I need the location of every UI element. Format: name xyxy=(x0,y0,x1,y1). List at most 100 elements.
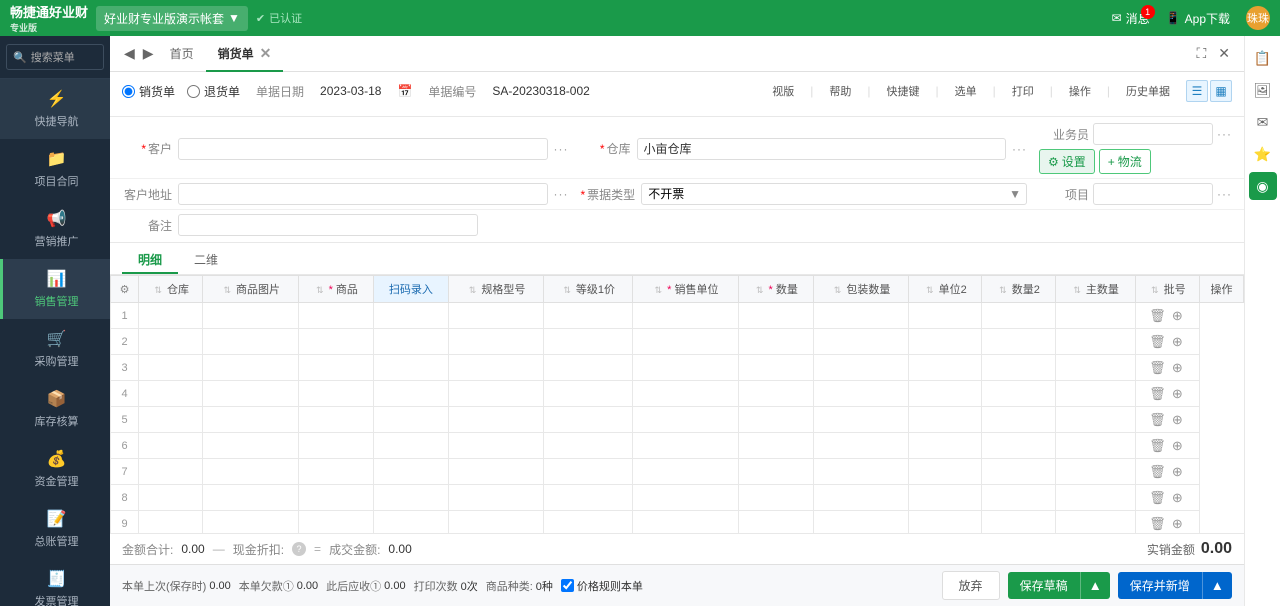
delete-row-icon[interactable]: 🗑 xyxy=(1149,412,1165,428)
address-select-button[interactable]: ··· xyxy=(554,187,569,201)
footer-realamount: 实销金额 0.00 xyxy=(1147,540,1232,558)
save-new-button[interactable]: 保存并新增 xyxy=(1118,572,1202,599)
warehouse-select-button[interactable]: ··· xyxy=(1012,142,1027,156)
tab-2d[interactable]: 二维 xyxy=(178,247,234,274)
delete-row-icon[interactable]: 🗑 xyxy=(1149,308,1165,324)
copy-row-icon[interactable]: ⊕ xyxy=(1169,386,1185,402)
save-new-arrow[interactable]: ▲ xyxy=(1202,572,1232,599)
tab-next-button[interactable]: ▶ xyxy=(139,45,158,62)
settings-icon[interactable]: ⚙ xyxy=(120,284,130,296)
delete-row-icon[interactable]: 🗑 xyxy=(1149,490,1165,506)
tab-sales-order[interactable]: 销货单 ✕ xyxy=(206,36,284,72)
right-panel-btn-1[interactable]: 📋 xyxy=(1249,44,1277,72)
right-panel: 📋 🖼 ✉ ⭐ ◉ xyxy=(1244,36,1280,606)
help-button[interactable]: 帮助 xyxy=(821,81,859,101)
invoice-select[interactable]: 不开票 xyxy=(641,183,1027,205)
right-panel-btn-4[interactable]: ⭐ xyxy=(1249,140,1277,168)
warehouse-input[interactable] xyxy=(637,138,1007,160)
right-buttons: 业务员 ··· ⚙ 设置 + 物流 xyxy=(1039,123,1232,174)
col-scan-entry: 扫码录入 xyxy=(373,276,448,303)
top-bar: 畅捷通好业财 专业版 好业财专业版演示帐套 ▼ ✔ 已认证 ✉ 消息 1 📱 A… xyxy=(0,0,1280,36)
copy-row-icon[interactable]: ⊕ xyxy=(1169,308,1185,324)
shortcut-button[interactable]: 快捷键 xyxy=(879,81,928,101)
discount-help-icon[interactable]: ? xyxy=(292,542,306,556)
abandon-button[interactable]: 放弃 xyxy=(942,571,1000,600)
receivable-amount: 此后应收① 0.00 xyxy=(326,578,405,594)
app-download-button[interactable]: 📱 App下载 xyxy=(1166,10,1230,27)
address-input[interactable] xyxy=(178,183,548,205)
company-select[interactable]: 好业财专业版演示帐套 ▼ xyxy=(96,6,248,31)
action-buttons-panel: ⚙ 设置 + 物流 xyxy=(1039,149,1151,174)
delete-row-icon[interactable]: 🗑 xyxy=(1149,334,1165,350)
search-menu-button[interactable]: 🔍 搜索菜单 xyxy=(6,44,104,70)
radio-return[interactable]: 退货单 xyxy=(187,83,240,100)
save-new-button-group: 保存并新增 ▲ xyxy=(1118,572,1232,599)
grid-view-button[interactable]: ▦ xyxy=(1210,80,1232,102)
tab-close-button[interactable]: ✕ xyxy=(260,45,272,62)
right-panel-btn-2[interactable]: 🖼 xyxy=(1249,76,1277,104)
sidebar-item-sales[interactable]: 📊 销售管理 xyxy=(0,259,110,319)
sales-icon: 📊 xyxy=(47,269,67,289)
project-input[interactable] xyxy=(1093,183,1213,205)
copy-row-icon[interactable]: ⊕ xyxy=(1169,490,1185,506)
price-rule-check[interactable] xyxy=(561,579,574,592)
print-button[interactable]: 打印 xyxy=(1004,81,1042,101)
tab-maximize-button[interactable]: ⛶ xyxy=(1192,45,1210,62)
tab-close-all-button[interactable]: ✕ xyxy=(1214,45,1234,62)
salesperson-select-button[interactable]: ··· xyxy=(1217,127,1232,141)
remark-input[interactable] xyxy=(178,214,478,236)
sidebar-item-invoice[interactable]: 🧾 发票管理 xyxy=(0,559,110,606)
table-wrapper[interactable]: ⚙ ⇅ 仓库 ⇅ 商品图片 xyxy=(110,275,1244,533)
col-batch: ⇅ 批号 xyxy=(1135,276,1199,303)
remark-row: 备注 xyxy=(110,210,1244,243)
sidebar-item-project[interactable]: 📁 项目合同 xyxy=(0,139,110,199)
col-settings[interactable]: ⚙ xyxy=(111,276,139,303)
copy-row-icon[interactable]: ⊕ xyxy=(1169,360,1185,376)
view-button[interactable]: 视版 xyxy=(764,81,802,101)
history-button[interactable]: 历史单据 xyxy=(1118,81,1178,101)
setting-button[interactable]: ⚙ 设置 xyxy=(1039,149,1095,174)
tab-home[interactable]: 首页 xyxy=(158,36,206,72)
delete-row-icon[interactable]: 🗑 xyxy=(1149,438,1165,454)
right-panel-btn-3[interactable]: ✉ xyxy=(1249,108,1277,136)
copy-row-icon[interactable]: ⊕ xyxy=(1169,412,1185,428)
delete-row-icon[interactable]: 🗑 xyxy=(1149,464,1165,480)
sidebar-item-quick-nav[interactable]: ⚡ 快捷导航 xyxy=(0,79,110,139)
col-qty: ⇅ * 数量 xyxy=(738,276,813,303)
print-count: 打印次数 0次 xyxy=(414,578,478,594)
product-count: 商品种类: 0种 xyxy=(486,578,553,594)
copy-row-icon[interactable]: ⊕ xyxy=(1169,334,1185,350)
detail-tabs: 明细 二维 xyxy=(110,243,1244,275)
logistics-button[interactable]: + 物流 xyxy=(1099,149,1151,174)
sidebar-item-funds[interactable]: 💰 资金管理 xyxy=(0,439,110,499)
customer-input[interactable] xyxy=(178,138,548,160)
radio-sale[interactable]: 销货单 xyxy=(122,83,175,100)
col-main-qty: ⇅ 主数量 xyxy=(1055,276,1135,303)
save-draft-button[interactable]: 保存草稿 xyxy=(1008,572,1080,599)
delete-row-icon[interactable]: 🗑 xyxy=(1149,360,1165,376)
action-button[interactable]: 操作 xyxy=(1061,81,1099,101)
table-header: ⚙ ⇅ 仓库 ⇅ 商品图片 xyxy=(111,276,1244,303)
copy-row-icon[interactable]: ⊕ xyxy=(1169,516,1185,532)
tab-detail[interactable]: 明细 xyxy=(122,247,178,274)
sidebar-item-purchase[interactable]: 🛒 采购管理 xyxy=(0,319,110,379)
messages-button[interactable]: ✉ 消息 1 xyxy=(1112,10,1150,27)
delete-row-icon[interactable]: 🗑 xyxy=(1149,516,1165,532)
right-panel-btn-5[interactable]: ◉ xyxy=(1249,172,1277,200)
sidebar-item-marketing[interactable]: 📢 营销推广 xyxy=(0,199,110,259)
save-draft-arrow[interactable]: ▲ xyxy=(1080,572,1110,599)
price-rule-checkbox[interactable]: 价格规则本单 xyxy=(561,578,643,594)
delete-row-icon[interactable]: 🗑 xyxy=(1149,386,1165,402)
select-button[interactable]: 选单 xyxy=(947,81,985,101)
copy-row-icon[interactable]: ⊕ xyxy=(1169,464,1185,480)
copy-row-icon[interactable]: ⊕ xyxy=(1169,438,1185,454)
tab-prev-button[interactable]: ◀ xyxy=(120,45,139,62)
sidebar-item-inventory[interactable]: 📦 库存核算 xyxy=(0,379,110,439)
project-select-button[interactable]: ··· xyxy=(1217,187,1232,201)
salesperson-input[interactable] xyxy=(1093,123,1213,145)
customer-select-button[interactable]: ··· xyxy=(554,142,569,156)
list-view-button[interactable]: ☰ xyxy=(1186,80,1208,102)
sidebar-item-accounting[interactable]: 📝 总账管理 xyxy=(0,499,110,559)
doc-type-row: 销货单 退货单 单据日期 2023-03-18 📅 单据编号 xyxy=(122,80,1232,102)
user-avatar[interactable]: 珠珠 xyxy=(1246,6,1270,30)
